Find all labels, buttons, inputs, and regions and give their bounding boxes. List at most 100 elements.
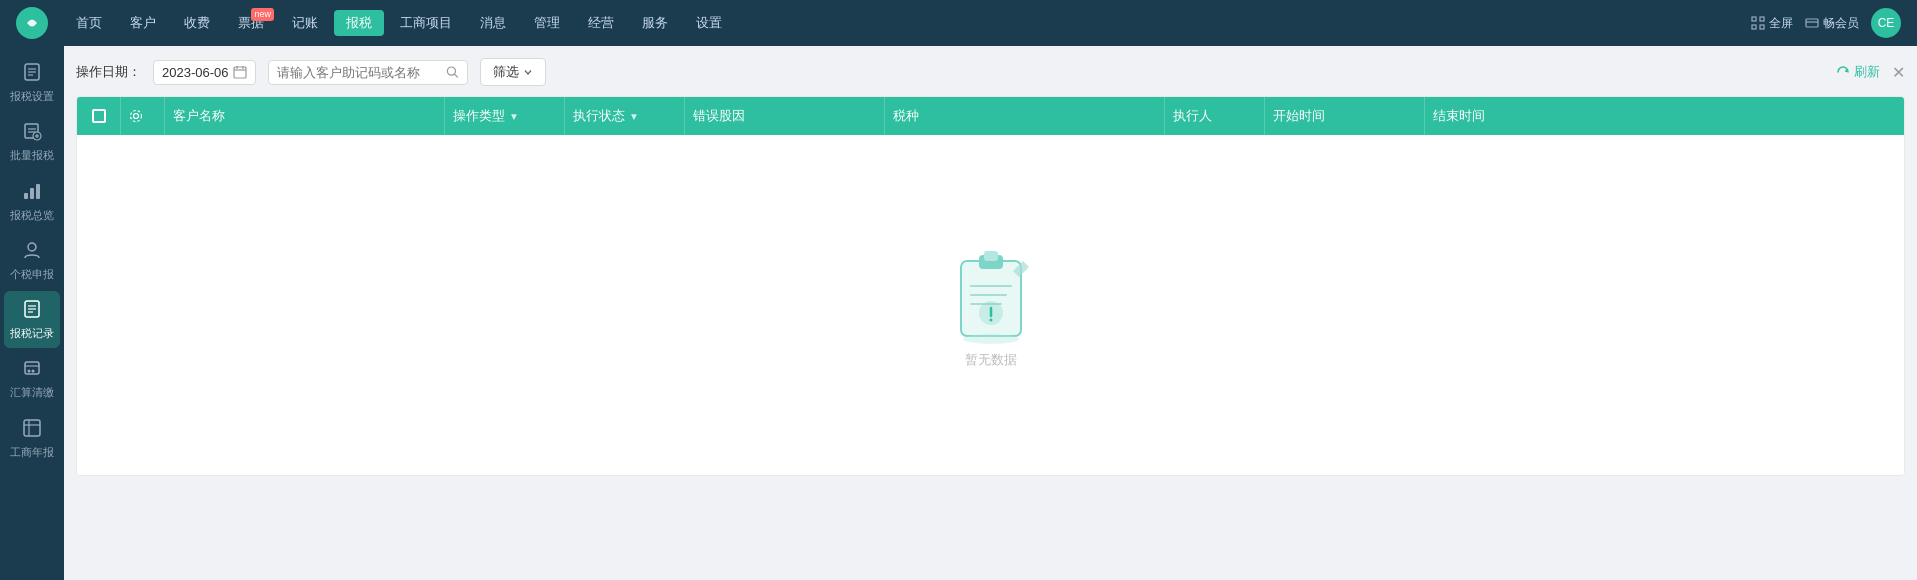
svg-point-38 [134, 114, 139, 119]
svg-rect-17 [24, 193, 28, 199]
th-operation-type[interactable]: 操作类型 ▼ [445, 97, 565, 135]
sidebar-item-settlement[interactable]: 汇算清缴 [4, 350, 60, 407]
search-box[interactable] [268, 60, 468, 85]
sidebar-item-annual-report[interactable]: 工商年报 [4, 410, 60, 467]
nav-home[interactable]: 首页 [64, 10, 114, 36]
annual-report-icon [22, 418, 42, 443]
svg-rect-3 [1752, 25, 1756, 29]
table-header: 客户名称 操作类型 ▼ 执行状态 ▼ 错误股因 税种 执行人 开始时间 结束时间 [77, 97, 1904, 135]
close-button[interactable]: ✕ [1892, 63, 1905, 82]
settlement-label: 汇算清缴 [10, 385, 54, 399]
settings-icon [129, 109, 143, 123]
sidebar: 报税设置 批量报税 [0, 46, 64, 580]
empty-text: 暂无数据 [965, 351, 1017, 369]
filter-label: 筛选 [493, 63, 519, 81]
annual-report-label: 工商年报 [10, 445, 54, 459]
member-icon [1805, 16, 1819, 30]
personal-tax-icon [22, 240, 42, 265]
svg-point-49 [963, 334, 1019, 344]
svg-point-27 [28, 370, 31, 373]
th-end-time: 结束时间 [1425, 97, 1585, 135]
nav-billing[interactable]: 收费 [172, 10, 222, 36]
svg-point-48 [989, 319, 992, 322]
svg-rect-29 [24, 420, 40, 436]
sidebar-item-tax-records[interactable]: 报税记录 [4, 291, 60, 348]
member-button[interactable]: 畅会员 [1805, 15, 1859, 32]
top-navigation: 首页 客户 收费 票据 new 记账 报税 工商项目 消息 管理 经营 服务 设… [0, 0, 1917, 46]
toolbar: 操作日期： 2023-06-06 筛选 [76, 58, 1905, 86]
svg-rect-5 [1806, 19, 1818, 27]
filter-button[interactable]: 筛选 [480, 58, 546, 86]
tax-overview-icon [22, 181, 42, 206]
nav-tax[interactable]: 报税 [334, 10, 384, 36]
svg-rect-2 [1760, 17, 1764, 21]
th-executor: 执行人 [1165, 97, 1265, 135]
th-tax-type: 税种 [885, 97, 1165, 135]
tax-records-label: 报税记录 [10, 326, 54, 340]
svg-point-28 [32, 370, 35, 373]
svg-rect-18 [30, 188, 34, 199]
th-start-time: 开始时间 [1265, 97, 1425, 135]
tax-overview-label: 报税总览 [10, 208, 54, 222]
top-nav-right: 全屏 畅会员 CE [1751, 8, 1901, 38]
nav-customer[interactable]: 客户 [118, 10, 168, 36]
nav-operation[interactable]: 经营 [576, 10, 626, 36]
nav-business[interactable]: 工商项目 [388, 10, 464, 36]
refresh-button[interactable]: 刷新 [1836, 63, 1880, 81]
tax-settings-label: 报税设置 [10, 89, 54, 103]
date-picker[interactable]: 2023-06-06 [153, 60, 256, 85]
tax-records-icon [22, 299, 42, 324]
nav-settings[interactable]: 设置 [684, 10, 734, 36]
svg-point-36 [447, 67, 455, 75]
sort-icon: ▼ [509, 111, 519, 122]
fullscreen-button[interactable]: 全屏 [1751, 15, 1793, 32]
nav-bookkeeping[interactable]: 记账 [280, 10, 330, 36]
main-layout: 报税设置 批量报税 [0, 46, 1917, 580]
batch-tax-icon [22, 121, 42, 146]
header-checkbox[interactable] [92, 109, 106, 123]
empty-illustration [941, 241, 1041, 351]
calendar-icon [233, 65, 247, 79]
sidebar-item-batch-tax[interactable]: 批量报税 [4, 113, 60, 170]
toolbar-right: 刷新 ✕ [1836, 63, 1905, 82]
avatar[interactable]: CE [1871, 8, 1901, 38]
search-input[interactable] [277, 65, 442, 80]
th-customer-name: 客户名称 [165, 97, 445, 135]
batch-tax-label: 批量报税 [10, 148, 54, 162]
th-error-reason: 错误股因 [685, 97, 885, 135]
refresh-label: 刷新 [1854, 63, 1880, 81]
th-execution-status[interactable]: 执行状态 ▼ [565, 97, 685, 135]
search-icon [446, 65, 459, 79]
refresh-icon [1836, 65, 1850, 79]
personal-tax-label: 个税申报 [10, 267, 54, 281]
svg-rect-1 [1752, 17, 1756, 21]
svg-rect-19 [36, 184, 40, 199]
sidebar-item-tax-settings[interactable]: 报税设置 [4, 54, 60, 111]
sidebar-item-personal-tax[interactable]: 个税申报 [4, 232, 60, 289]
new-badge: new [251, 8, 274, 21]
th-settings[interactable] [121, 97, 165, 135]
nav-invoice[interactable]: 票据 new [226, 10, 276, 36]
svg-line-37 [454, 74, 457, 77]
sidebar-item-tax-overview[interactable]: 报税总览 [4, 173, 60, 230]
empty-state: 暂无数据 [77, 135, 1904, 475]
nav-service[interactable]: 服务 [630, 10, 680, 36]
svg-point-20 [28, 243, 36, 251]
nav-manage[interactable]: 管理 [522, 10, 572, 36]
svg-rect-42 [984, 251, 998, 261]
app-logo [16, 7, 48, 39]
fullscreen-icon [1751, 16, 1765, 30]
svg-point-39 [131, 111, 142, 122]
nav-message[interactable]: 消息 [468, 10, 518, 36]
sort-icon: ▼ [629, 111, 639, 122]
table-container: 客户名称 操作类型 ▼ 执行状态 ▼ 错误股因 税种 执行人 开始时间 结束时间 [76, 96, 1905, 476]
tax-settings-icon [22, 62, 42, 87]
main-content: 操作日期： 2023-06-06 筛选 [64, 46, 1917, 580]
chevron-down-icon [523, 67, 533, 77]
settlement-icon [22, 358, 42, 383]
date-label: 操作日期： [76, 63, 141, 81]
svg-rect-4 [1760, 25, 1764, 29]
th-checkbox[interactable] [77, 97, 121, 135]
svg-rect-32 [234, 67, 246, 78]
svg-rect-25 [25, 362, 39, 374]
